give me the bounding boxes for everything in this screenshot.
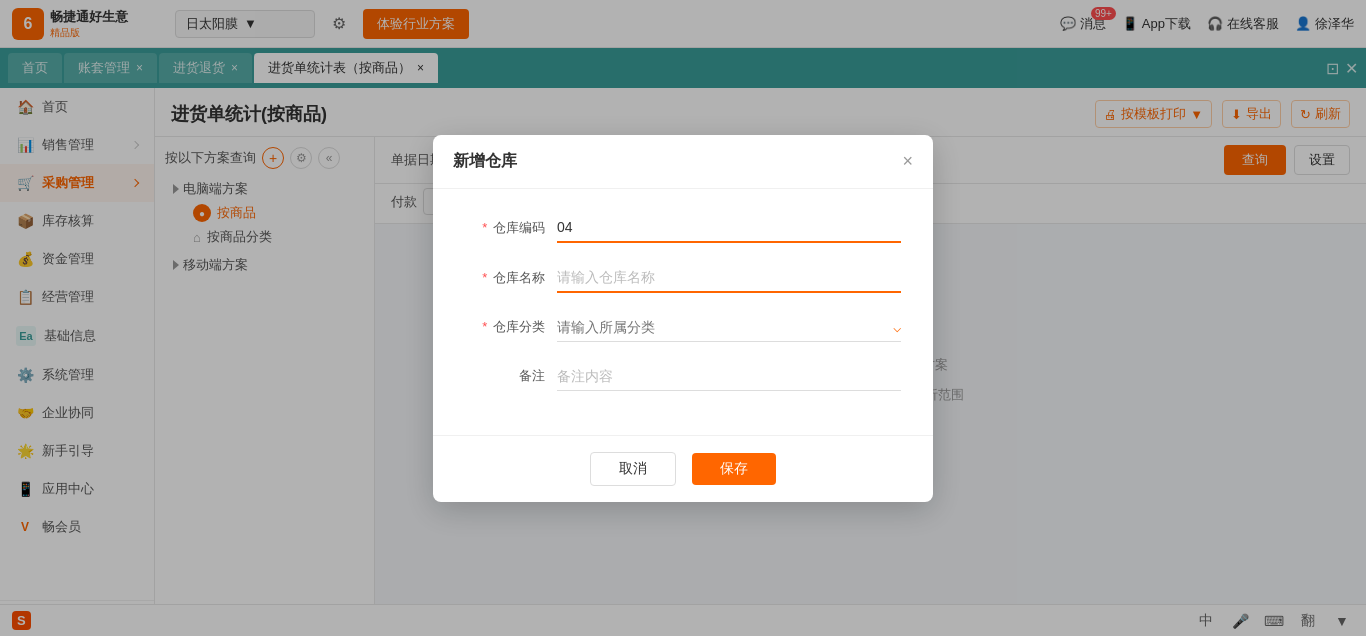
category-input[interactable] (557, 319, 893, 335)
note-label: 备注 (465, 367, 545, 385)
modal-header: 新增仓库 × (433, 135, 933, 189)
modal-body: * 仓库编码 * 仓库名称 * 仓库分类 (433, 189, 933, 435)
modal-title: 新增仓库 (453, 151, 517, 172)
modal-close-button[interactable]: × (902, 152, 913, 170)
name-label: * 仓库名称 (465, 269, 545, 287)
form-row-code: * 仓库编码 (465, 213, 901, 243)
category-select-wrapper[interactable]: ⌵ (557, 313, 901, 342)
form-row-note: 备注 (465, 362, 901, 391)
name-input[interactable] (557, 263, 901, 293)
required-indicator: * (482, 220, 487, 235)
modal-overlay[interactable]: 新增仓库 × * 仓库编码 * 仓库名称 (0, 0, 1366, 636)
save-button[interactable]: 保存 (692, 453, 776, 485)
cancel-button[interactable]: 取消 (590, 452, 676, 486)
modal-dialog: 新增仓库 × * 仓库编码 * 仓库名称 (433, 135, 933, 502)
note-input[interactable] (557, 362, 901, 391)
form-row-category: * 仓库分类 ⌵ (465, 313, 901, 342)
code-input[interactable] (557, 213, 901, 243)
form-row-name: * 仓库名称 (465, 263, 901, 293)
category-label: * 仓库分类 (465, 318, 545, 336)
required-indicator-3: * (482, 319, 487, 334)
code-label: * 仓库编码 (465, 219, 545, 237)
required-indicator-2: * (482, 270, 487, 285)
dropdown-arrow-icon: ⌵ (893, 319, 901, 335)
modal-footer: 取消 保存 (433, 435, 933, 502)
